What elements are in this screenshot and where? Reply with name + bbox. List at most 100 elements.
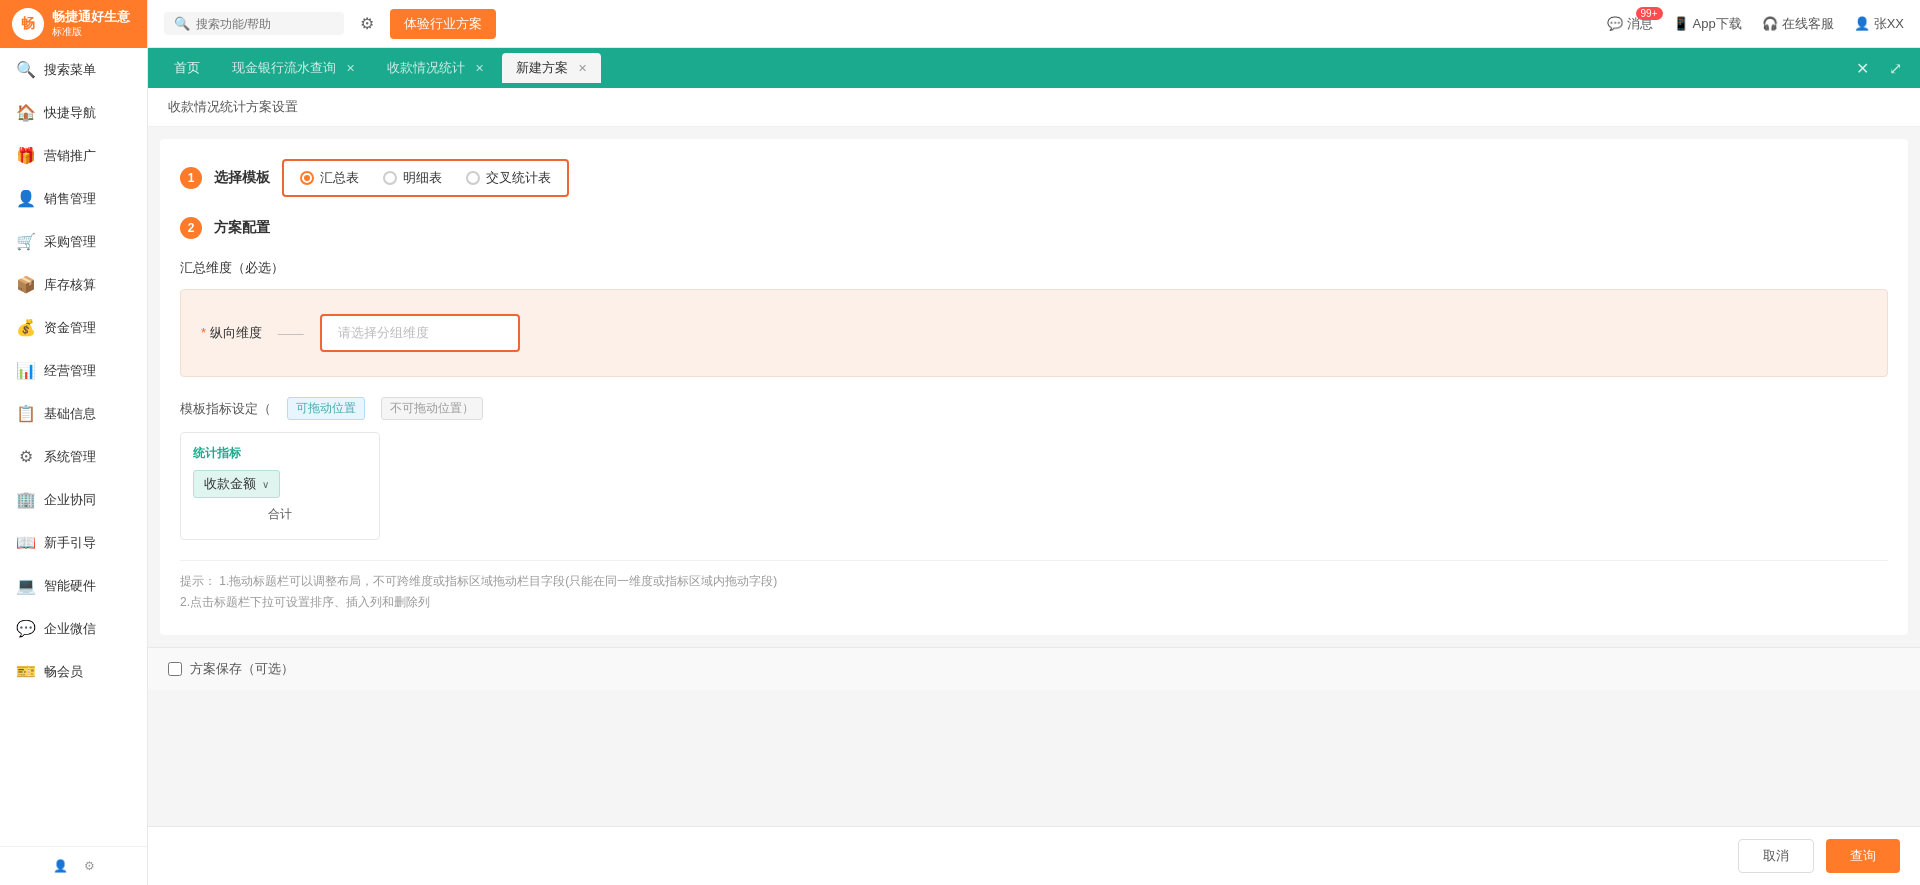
- basic-info-icon: 📋: [16, 404, 36, 423]
- tab-home[interactable]: 首页: [160, 53, 214, 83]
- marketing-icon: 🎁: [16, 146, 36, 165]
- dimension-select-box[interactable]: 请选择分组维度: [320, 314, 520, 352]
- gear-icon[interactable]: ⚙: [360, 14, 374, 33]
- message-icon: 💬: [1607, 16, 1623, 31]
- footer-settings[interactable]: ⚙: [84, 859, 95, 873]
- save-checkbox[interactable]: [168, 662, 182, 676]
- sidebar-item-label: 新手引导: [44, 534, 96, 552]
- tab-collect-stat-label: 收款情况统计: [387, 59, 465, 77]
- tab-new-plan-close[interactable]: ✕: [578, 62, 587, 75]
- service-action[interactable]: 🎧 在线客服: [1762, 15, 1834, 33]
- hint-draggable-badge: 可拖动位置: [287, 397, 365, 420]
- sidebar-item-member[interactable]: 🎫 畅会员: [0, 650, 147, 693]
- sidebar-item-search-menu[interactable]: 🔍 搜索菜单: [0, 48, 147, 91]
- radio-cross[interactable]: 交叉统计表: [466, 169, 551, 187]
- purchase-icon: 🛒: [16, 232, 36, 251]
- sidebar-item-quick-nav[interactable]: 🏠 快捷导航: [0, 91, 147, 134]
- sidebar-item-label: 资金管理: [44, 319, 96, 337]
- download-icon: 📱: [1673, 16, 1689, 31]
- sidebar-item-label: 搜索菜单: [44, 61, 96, 79]
- tips-section: 提示： 1.拖动标题栏可以调整布局，不可跨维度或指标区域拖动栏目字段(只能在同一…: [180, 560, 1888, 611]
- inventory-icon: 📦: [16, 275, 36, 294]
- query-button[interactable]: 查询: [1826, 839, 1900, 873]
- dimension-title: 汇总维度（必选）: [180, 259, 1888, 277]
- radio-detail-label: 明细表: [403, 169, 442, 187]
- step2-label: 方案配置: [214, 219, 270, 237]
- tips-row-1: 提示： 1.拖动标题栏可以调整布局，不可跨维度或指标区域拖动栏目字段(只能在同一…: [180, 573, 1888, 590]
- sidebar-item-label: 经营管理: [44, 362, 96, 380]
- tab-collect-stat-close[interactable]: ✕: [475, 62, 484, 75]
- sidebar-item-hardware[interactable]: 💻 智能硬件: [0, 564, 147, 607]
- step1-label: 选择模板: [214, 169, 270, 187]
- sidebar-item-label: 营销推广: [44, 147, 96, 165]
- sidebar-item-guide[interactable]: 📖 新手引导: [0, 521, 147, 564]
- indicator-sub-total: 合计: [193, 502, 367, 527]
- sidebar-nav: 🔍 搜索菜单 🏠 快捷导航 🎁 营销推广 👤 销售管理 🛒 采购管理 📦 库存核…: [0, 48, 147, 846]
- sidebar-item-inventory[interactable]: 📦 库存核算: [0, 263, 147, 306]
- radio-summary-dot: [300, 171, 314, 185]
- cancel-button[interactable]: 取消: [1738, 839, 1814, 873]
- vertical-dimension-label: 纵向维度: [201, 324, 262, 342]
- sidebar-item-system[interactable]: ⚙ 系统管理: [0, 435, 147, 478]
- sidebar-item-label: 库存核算: [44, 276, 96, 294]
- sidebar-item-wechat[interactable]: 💬 企业微信: [0, 607, 147, 650]
- tab-bank-flow-close[interactable]: ✕: [346, 62, 355, 75]
- footer-user[interactable]: 👤: [53, 859, 68, 873]
- search-input[interactable]: [196, 17, 316, 31]
- industry-btn[interactable]: 体验行业方案: [390, 9, 496, 39]
- download-action[interactable]: 📱 App下载: [1673, 15, 1742, 33]
- top-header: 🔍 ⚙ 体验行业方案 💬 消息 99+ 📱 App下载 🎧 在线客服 👤 张XX: [148, 0, 1920, 48]
- tips-row-2: 2.点击标题栏下拉可设置排序、插入列和删除列: [180, 594, 1888, 611]
- search-menu-icon: 🔍: [16, 60, 36, 79]
- sidebar-item-operation[interactable]: 📊 经营管理: [0, 349, 147, 392]
- dimension-row: 纵向维度 —— 请选择分组维度: [201, 314, 1867, 352]
- step1-row: 1 选择模板 汇总表 明细表 交叉统计表: [180, 159, 1888, 197]
- sidebar-item-purchase[interactable]: 🛒 采购管理: [0, 220, 147, 263]
- sidebar-item-label: 快捷导航: [44, 104, 96, 122]
- save-label: 方案保存（可选）: [190, 660, 294, 678]
- template-options: 汇总表 明细表 交叉统计表: [282, 159, 569, 197]
- header-search-box[interactable]: 🔍: [164, 12, 344, 35]
- radio-cross-dot: [466, 171, 480, 185]
- sidebar-item-finance[interactable]: 💰 资金管理: [0, 306, 147, 349]
- user-profile[interactable]: 👤 张XX: [1854, 15, 1904, 33]
- message-action[interactable]: 💬 消息 99+: [1607, 15, 1653, 33]
- indicator-group-label: 统计指标: [193, 445, 367, 462]
- sidebar-item-basic-info[interactable]: 📋 基础信息: [0, 392, 147, 435]
- tab-collect-stat[interactable]: 收款情况统计 ✕: [373, 53, 498, 83]
- sidebar-item-label: 企业微信: [44, 620, 96, 638]
- tab-new-plan[interactable]: 新建方案 ✕: [502, 53, 601, 83]
- sidebar-item-marketing[interactable]: 🎁 营销推广: [0, 134, 147, 177]
- indicator-tag-label: 收款金额: [204, 475, 256, 493]
- logo-badge: 标准版: [52, 25, 130, 39]
- breadcrumb-text: 收款情况统计方案设置: [168, 99, 298, 114]
- wechat-icon: 💬: [16, 619, 36, 638]
- search-icon: 🔍: [174, 16, 190, 31]
- sidebar-item-label: 企业协同: [44, 491, 96, 509]
- indicator-group: 统计指标 收款金额 ∨ 合计: [180, 432, 380, 540]
- sidebar-item-label: 智能硬件: [44, 577, 96, 595]
- sidebar-item-enterprise[interactable]: 🏢 企业协同: [0, 478, 147, 521]
- arrow-line: ——: [278, 326, 304, 341]
- form-section: 1 选择模板 汇总表 明细表 交叉统计表: [160, 139, 1908, 635]
- tab-bar: 首页 现金银行流水查询 ✕ 收款情况统计 ✕ 新建方案 ✕ ✕ ⤢: [148, 48, 1920, 88]
- sidebar-item-label: 销售管理: [44, 190, 96, 208]
- sidebar-item-sales[interactable]: 👤 销售管理: [0, 177, 147, 220]
- download-label: App下载: [1693, 15, 1742, 33]
- step2-number: 2: [180, 217, 202, 239]
- tab-new-plan-label: 新建方案: [516, 59, 568, 77]
- sidebar-item-label: 系统管理: [44, 448, 96, 466]
- enterprise-icon: 🏢: [16, 490, 36, 509]
- tab-expand-btn[interactable]: ⤢: [1883, 57, 1908, 80]
- service-icon: 🎧: [1762, 16, 1778, 31]
- dimension-area: 纵向维度 —— 请选择分组维度: [180, 289, 1888, 377]
- tab-home-label: 首页: [174, 59, 200, 77]
- radio-detail[interactable]: 明细表: [383, 169, 442, 187]
- indicator-tag-amount[interactable]: 收款金额 ∨: [193, 470, 280, 498]
- footer-settings-icon: ⚙: [84, 859, 95, 873]
- tab-bank-flow[interactable]: 现金银行流水查询 ✕: [218, 53, 369, 83]
- message-badge: 99+: [1636, 7, 1663, 20]
- hint-fixed-badge: 不可拖动位置）: [381, 397, 483, 420]
- radio-summary[interactable]: 汇总表: [300, 169, 359, 187]
- tab-close-all-btn[interactable]: ✕: [1850, 57, 1875, 80]
